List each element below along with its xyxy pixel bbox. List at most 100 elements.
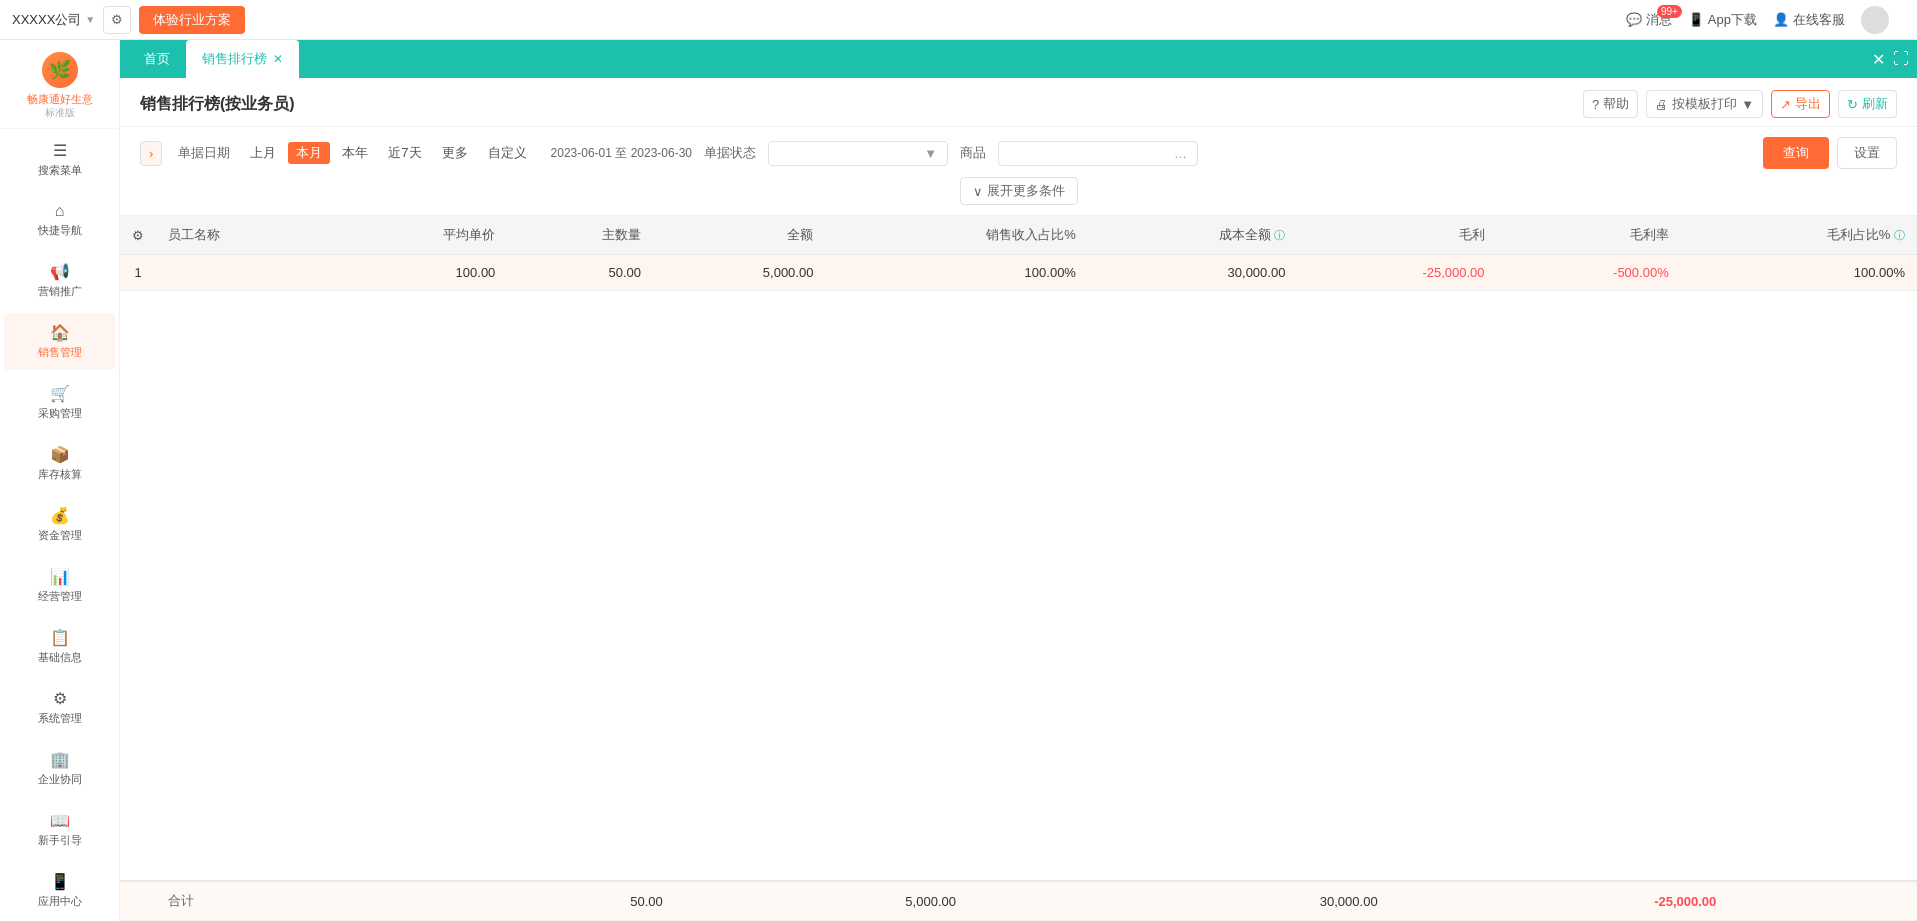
sidebar-item-finance[interactable]: 💰 资金管理 (4, 496, 115, 553)
sidebar-item-enterprise-label: 企业协同 (38, 772, 82, 787)
refresh-icon: ↻ (1847, 97, 1858, 112)
sidebar-item-operations-label: 经营管理 (38, 589, 82, 604)
export-icon: ↗ (1780, 97, 1791, 112)
company-name: XXXXX公司 (12, 11, 81, 29)
tab-close-all-icon[interactable]: ✕ (1872, 50, 1885, 69)
enterprise-icon: 🏢 (50, 750, 70, 769)
sidebar-item-system[interactable]: ⚙ 系统管理 (4, 679, 115, 736)
content-area: 首页 销售排行榜 ✕ ✕ ⛶ 销售排行榜(按业务员) ? 帮助 🖨 按模 (120, 40, 1917, 921)
app-icon: 📱 (1688, 12, 1704, 27)
date-opt-this-month[interactable]: 本月 (288, 142, 330, 164)
top-bar: XXXXX公司 ▼ ⚙ 体验行业方案 💬 消息 99+ 📱 App下载 👤 在线… (0, 0, 1917, 40)
logo-title: 畅康通好生意 (27, 92, 93, 106)
cell-qty: 50.00 (507, 255, 653, 291)
trial-btn[interactable]: 体验行业方案 (139, 6, 245, 34)
print-icon: 🖨 (1655, 97, 1668, 112)
settings-gear-btn[interactable]: ⚙ (103, 6, 131, 34)
sidebar-item-purchase[interactable]: 🛒 采购管理 (4, 374, 115, 431)
cost-info-icon[interactable]: ⓘ (1274, 229, 1285, 241)
date-opt-this-year[interactable]: 本年 (334, 142, 376, 164)
online-service-btn[interactable]: 👤 在线客服 (1773, 11, 1845, 29)
tab-home-label: 首页 (144, 50, 170, 68)
status-select[interactable]: ▼ (768, 141, 948, 166)
cell-amount: 5,000.00 (653, 255, 825, 291)
cell-grossrate: -500.00% (1497, 255, 1681, 291)
sidebar-item-basic-info[interactable]: 📋 基础信息 (4, 618, 115, 675)
footer-amount: 5,000.00 (675, 882, 968, 921)
help-icon: ? (1592, 97, 1599, 112)
header-actions: ? 帮助 🖨 按模板打印 ▼ ↗ 导出 ↻ 刷新 (1583, 90, 1897, 118)
footer-total-label: 合计 (156, 882, 353, 921)
refresh-label: 刷新 (1862, 95, 1888, 113)
goods-more-icon: … (1174, 146, 1187, 161)
sidebar-item-marketing[interactable]: 📢 营销推广 (4, 252, 115, 309)
date-filter-label: 单据日期 (178, 144, 230, 162)
footer-gross: -25,000.00 (1390, 882, 1729, 921)
tab-sales-ranking[interactable]: 销售排行榜 ✕ (186, 40, 299, 78)
page-title: 销售排行榜(按业务员) (140, 94, 295, 115)
sidebar-item-operations[interactable]: 📊 经营管理 (4, 557, 115, 614)
settings-display-btn[interactable]: 设置 (1837, 137, 1897, 169)
date-range-display: 2023-06-01 至 2023-06-30 (547, 145, 692, 162)
tab-expand-icon[interactable]: ⛶ (1893, 50, 1909, 68)
sidebar-item-search-order[interactable]: ☰ 搜索菜单 (4, 131, 115, 188)
table-row: 1 100.00 50.00 5,000.00 100.00% 30,000.0… (120, 255, 1917, 291)
sidebar-item-basicinfo-label: 基础信息 (38, 650, 82, 665)
sidebar-item-marketing-label: 营销推广 (38, 284, 82, 299)
finance-icon: 💰 (50, 506, 70, 525)
filter-area: › 单据日期 上月 本月 本年 近7天 更多 自定义 2023-06-01 至 … (120, 127, 1917, 216)
sidebar-item-inventory[interactable]: 📦 库存核算 (4, 435, 115, 492)
expand-more-row: ∨ 展开更多条件 (140, 177, 1897, 205)
export-btn[interactable]: ↗ 导出 (1771, 90, 1830, 118)
date-opt-more[interactable]: 更多 (434, 142, 476, 164)
main-layout: 🌿 畅康通好生意 标准版 ☰ 搜索菜单 ⌂ 快捷导航 📢 营销推广 🏠 销售管理… (0, 40, 1917, 921)
message-btn[interactable]: 💬 消息 99+ (1626, 11, 1672, 29)
company-selector[interactable]: XXXXX公司 ▼ (12, 11, 95, 29)
search-order-icon: ☰ (53, 141, 67, 160)
footer-empty-3 (968, 882, 1068, 921)
inventory-icon: 📦 (50, 445, 70, 464)
expand-toggle-btn[interactable]: › (140, 141, 162, 166)
sidebar-item-guide[interactable]: 📖 新手引导 (4, 801, 115, 858)
date-opt-custom[interactable]: 自定义 (480, 142, 535, 164)
expand-chevron-icon: ∨ (973, 184, 983, 199)
goods-select[interactable]: … (998, 141, 1198, 166)
sales-icon: 🏠 (50, 323, 70, 342)
tab-bar: 首页 销售排行榜 ✕ ✕ ⛶ (120, 40, 1917, 78)
footer-empty-5 (1823, 882, 1917, 921)
cell-salespct: 100.00% (825, 255, 1088, 291)
query-btn[interactable]: 查询 (1763, 137, 1829, 169)
status-select-arrow-icon: ▼ (924, 146, 937, 161)
expand-more-btn[interactable]: ∨ 展开更多条件 (960, 177, 1078, 205)
sidebar-item-appcenter-label: 应用中心 (38, 894, 82, 909)
sidebar-item-sales[interactable]: 🏠 销售管理 (4, 313, 115, 370)
basic-info-icon: 📋 (50, 628, 70, 647)
quick-nav-icon: ⌂ (55, 202, 65, 220)
date-range-text: 2023-06-01 至 2023-06-30 (551, 145, 692, 162)
sidebar-item-sales-label: 销售管理 (38, 345, 82, 360)
grosspct-info-icon[interactable]: ⓘ (1894, 229, 1905, 241)
sidebar-item-enterprise[interactable]: 🏢 企业协同 (4, 740, 115, 797)
sidebar-item-finance-label: 资金管理 (38, 528, 82, 543)
col-settings-header[interactable]: ⚙ (120, 216, 156, 255)
date-opt-last-month[interactable]: 上月 (242, 142, 284, 164)
help-btn[interactable]: ? 帮助 (1583, 90, 1638, 118)
sidebar-item-app-center[interactable]: 📱 应用中心 (4, 862, 115, 919)
col-qty-header: 主数量 (507, 216, 653, 255)
col-grosspct-header: 毛利占比% ⓘ (1681, 216, 1917, 255)
avatar[interactable] (1861, 6, 1889, 34)
guide-icon: 📖 (50, 811, 70, 830)
app-download-btn[interactable]: 📱 App下载 (1688, 11, 1757, 29)
date-opt-last-7days[interactable]: 近7天 (380, 142, 429, 164)
tab-close-icon[interactable]: ✕ (273, 52, 283, 66)
col-avgprice-header: 平均单价 (332, 216, 508, 255)
tab-home[interactable]: 首页 (128, 40, 186, 78)
top-right-area: 💬 消息 99+ 📱 App下载 👤 在线客服 (1626, 6, 1905, 34)
col-salespct-header: 销售收入占比% (825, 216, 1088, 255)
refresh-btn[interactable]: ↻ 刷新 (1838, 90, 1897, 118)
status-filter-label: 单据状态 (704, 144, 756, 162)
sidebar-item-quick-nav[interactable]: ⌂ 快捷导航 (4, 192, 115, 248)
print-btn[interactable]: 🖨 按模板打印 ▼ (1646, 90, 1763, 118)
expand-more-label: 展开更多条件 (987, 182, 1065, 200)
service-label: 在线客服 (1793, 11, 1845, 29)
